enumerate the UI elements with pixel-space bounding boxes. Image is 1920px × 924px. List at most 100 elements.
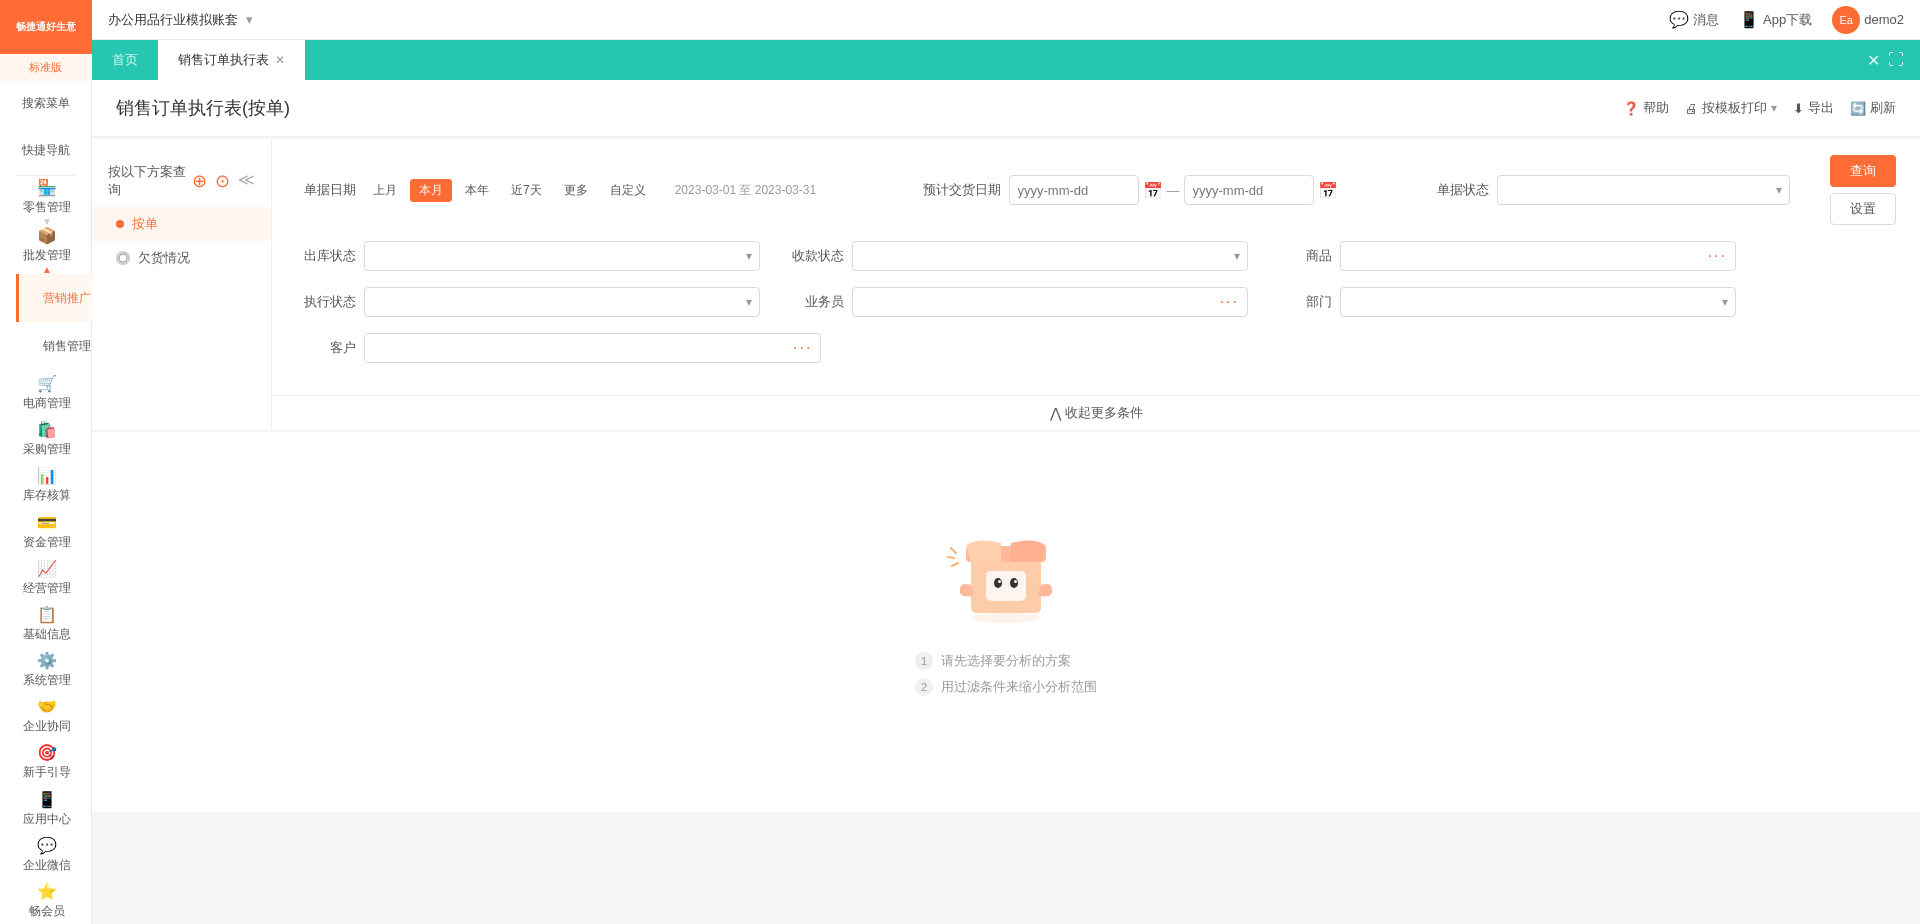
tab-close-all-icon[interactable]: ✕ — [1867, 51, 1880, 70]
export-btn[interactable]: ⬇ 导出 — [1793, 99, 1834, 117]
sidebar-item-system[interactable]: ⚙️ 系统管理 — [0, 647, 92, 693]
filter-goods-input-box[interactable]: ··· — [1340, 241, 1736, 271]
tab-home-label: 首页 — [112, 51, 138, 69]
date-cal-icon-end[interactable]: 📅 — [1318, 181, 1338, 200]
sidebar-item-finance-label: 资金管理 — [23, 534, 71, 551]
query-button[interactable]: 查询 — [1830, 155, 1896, 187]
filter-execution-status-select[interactable] — [364, 287, 760, 317]
sidebar-item-corp[interactable]: 🤝 企业协同 — [0, 693, 92, 739]
filter-salesperson-input-box[interactable]: ··· — [852, 287, 1248, 317]
print-btn[interactable]: 🖨 按模板打印 ▾ — [1685, 99, 1777, 117]
svg-point-8 — [1014, 580, 1017, 583]
page-header: 销售订单执行表(按单) ❓ 帮助 🖨 按模板打印 ▾ ⬇ 导出 🔄 刷新 — [92, 80, 1920, 137]
filter-row-1: 单据日期 上月 本月 本年 近7天 更多 自定义 2023-03-01 至 20… — [296, 155, 1896, 225]
sidebar-item-wechat[interactable]: 💬 企业微信 — [0, 832, 92, 878]
empty-tips: 1 请先选择要分析的方案 2 用过滤条件来缩小分析范围 — [915, 652, 1097, 696]
print-label: 按模板打印 — [1702, 99, 1767, 117]
topbar-app-btn[interactable]: 📱 App下载 — [1739, 10, 1812, 29]
date-btn-lastmonth[interactable]: 上月 — [364, 179, 406, 202]
sidebar-version-label: 标准版 — [0, 54, 92, 81]
svg-point-0 — [119, 254, 127, 262]
filter-sidebar-add-btn[interactable]: ⊕ — [192, 170, 207, 192]
filter-order-status-label: 单据状态 — [1429, 181, 1489, 199]
by-order-dot — [116, 220, 124, 228]
filter-main: 单据日期 上月 本月 本年 近7天 更多 自定义 2023-03-01 至 20… — [272, 139, 1920, 395]
sidebar-item-wholesale[interactable]: 📦 批发管理 ▲ — [0, 226, 92, 274]
sidebar-item-inventory[interactable]: 📊 库存核算 — [0, 462, 92, 508]
sidebar-item-newbie[interactable]: 🎯 新手引导 — [0, 739, 92, 785]
collapse-label: 收起更多条件 — [1065, 404, 1143, 422]
filter-sidebar-title-bar: 按以下方案查询 ⊕ ⊙ ≪ — [92, 155, 271, 207]
goods-dots-btn[interactable]: ··· — [1708, 247, 1727, 265]
filter-sidebar-settings-btn[interactable]: ⊙ — [215, 170, 230, 192]
filter-department-select[interactable] — [1340, 287, 1736, 317]
sidebar-item-wechat-label: 企业微信 — [23, 857, 71, 874]
sidebar-item-member[interactable]: ⭐ 畅会员 — [0, 878, 92, 924]
export-icon: ⬇ — [1793, 101, 1804, 116]
date-cal-icon-start[interactable]: 📅 — [1143, 181, 1163, 200]
filter-sidebar-item-byorder[interactable]: 按单 — [92, 207, 271, 241]
tab-sales-order[interactable]: 销售订单执行表 ✕ — [158, 40, 305, 80]
topbar-msg-btn[interactable]: 💬 消息 — [1669, 10, 1719, 29]
debt-circle-icon — [116, 251, 130, 265]
tab-home[interactable]: 首页 — [92, 40, 158, 80]
tab-expand-icon[interactable]: ⛶ — [1888, 51, 1904, 69]
filter-order-status-wrapper — [1497, 175, 1791, 205]
sidebar-item-appstore[interactable]: 📱 应用中心 — [0, 785, 92, 831]
customer-dots-btn[interactable]: ··· — [793, 339, 812, 357]
filter-payment-status-select[interactable] — [852, 241, 1248, 271]
filter-sidebar-item-debt[interactable]: 欠货情况 — [92, 241, 271, 275]
filter-sidebar-collapse-btn[interactable]: ≪ — [238, 170, 255, 192]
filter-delivery-status-group: 出库状态 — [296, 241, 760, 271]
sidebar-item-finance[interactable]: 💳 资金管理 — [0, 509, 92, 555]
system-icon: ⚙️ — [37, 651, 57, 670]
filter-delivery-status-select[interactable] — [364, 241, 760, 271]
topbar-user[interactable]: Ea demo2 — [1832, 6, 1904, 34]
topbar-dropdown-icon[interactable]: ▾ — [246, 12, 253, 27]
filter-payment-status-label: 收款状态 — [784, 247, 844, 265]
collapse-bar[interactable]: ⋀ 收起更多条件 — [272, 395, 1920, 430]
filter-main-area: 单据日期 上月 本月 本年 近7天 更多 自定义 2023-03-01 至 20… — [272, 139, 1920, 430]
filter-goods-label: 商品 — [1272, 247, 1332, 265]
filter-customer-input-box[interactable]: ··· — [364, 333, 821, 363]
settings-button[interactable]: 设置 — [1830, 193, 1896, 225]
empty-box-svg — [946, 513, 1066, 623]
help-btn[interactable]: ❓ 帮助 — [1623, 99, 1669, 117]
filter-expected-date-range: 📅 — 📅 — [1009, 175, 1405, 205]
topbar: 办公用品行业模拟账套 ▾ 💬 消息 📱 App下载 Ea demo2 — [92, 0, 1920, 40]
purchase-icon: 🛍️ — [37, 420, 57, 439]
sidebar-item-basic[interactable]: 📋 基础信息 — [0, 601, 92, 647]
salesperson-dots-btn[interactable]: ··· — [1220, 293, 1239, 311]
expected-date-end-input[interactable] — [1184, 175, 1314, 205]
wholesale-expand-icon: ▲ — [42, 264, 52, 275]
filter-customer-group: 客户 ··· — [296, 333, 821, 363]
collapse-icon: ⋀ — [1050, 405, 1061, 421]
expected-date-start-input[interactable] — [1009, 175, 1139, 205]
filter-date-range-text: 2023-03-01 至 2023-03-31 — [675, 182, 816, 199]
filter-date-group: 单据日期 上月 本月 本年 近7天 更多 自定义 2023-03-01 至 20… — [296, 179, 899, 202]
svg-rect-4 — [986, 571, 1026, 601]
date-btn-custom[interactable]: 自定义 — [601, 179, 655, 202]
svg-line-9 — [951, 548, 956, 553]
sidebar-search-item[interactable]: 搜索菜单 — [0, 81, 92, 127]
date-btn-last7[interactable]: 近7天 — [502, 179, 551, 202]
filter-order-status-select[interactable] — [1497, 175, 1791, 205]
filter-department-label: 部门 — [1272, 293, 1332, 311]
filter-sidebar-item-debt-label: 欠货情况 — [138, 249, 190, 267]
filter-panel: 按以下方案查询 ⊕ ⊙ ≪ 按单 欠货情况 — [92, 139, 1920, 430]
date-btn-more[interactable]: 更多 — [555, 179, 597, 202]
tip-2-text: 用过滤条件来缩小分析范围 — [941, 678, 1097, 696]
sidebar-item-sales-label: 销售管理 — [43, 338, 91, 355]
sidebar-item-operation[interactable]: 📈 经营管理 — [0, 555, 92, 601]
sidebar-quick-nav[interactable]: 快捷导航 — [0, 127, 92, 173]
main-area: 办公用品行业模拟账套 ▾ 💬 消息 📱 App下载 Ea demo2 首页 — [92, 0, 1920, 924]
sidebar-item-ecommerce[interactable]: 🛒 电商管理 — [0, 370, 92, 416]
finance-icon: 💳 — [37, 513, 57, 532]
refresh-btn[interactable]: 🔄 刷新 — [1850, 99, 1896, 117]
tab-close-icon[interactable]: ✕ — [275, 53, 285, 67]
sidebar-item-retail[interactable]: 🏪 零售管理 ▼ — [0, 178, 92, 226]
sidebar-item-purchase[interactable]: 🛍️ 采购管理 — [0, 416, 92, 462]
export-label: 导出 — [1808, 99, 1834, 117]
date-btn-thisyear[interactable]: 本年 — [456, 179, 498, 202]
date-btn-thismonth[interactable]: 本月 — [410, 179, 452, 202]
